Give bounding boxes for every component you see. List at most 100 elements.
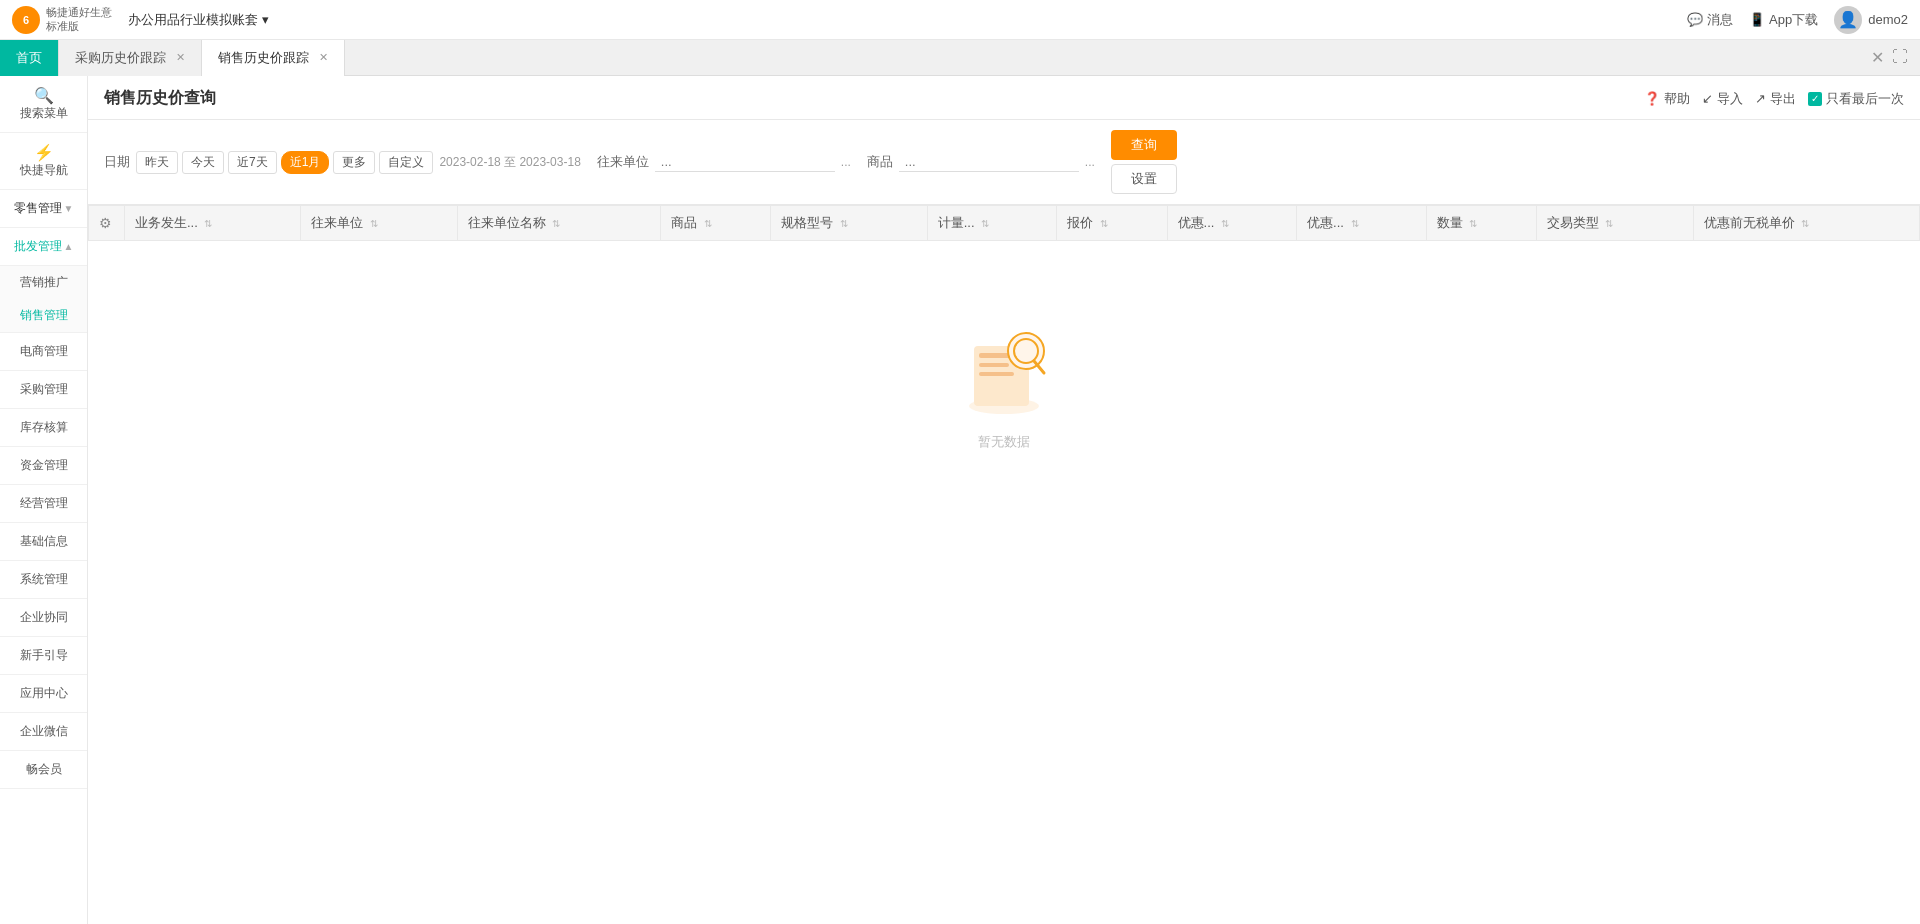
col-partner-name[interactable]: 往来单位名称 ⇅ <box>457 206 660 241</box>
table-area: ⚙ 业务发生... ⇅ 往来单位 ⇅ 往来单位名称 ⇅ <box>88 205 1920 924</box>
col-product[interactable]: 商品 ⇅ <box>660 206 770 241</box>
col-spec[interactable]: 规格型号 ⇅ <box>771 206 928 241</box>
setting-button[interactable]: 设置 <box>1111 164 1177 194</box>
sidebar-item-basic-info[interactable]: 基础信息 <box>0 523 87 561</box>
import-icon: ↙ <box>1702 91 1713 106</box>
logo-text: 畅捷通好生意 标准版 <box>46 6 112 32</box>
sidebar-item-system[interactable]: 系统管理 <box>0 561 87 599</box>
sidebar-item-finance[interactable]: 资金管理 <box>0 447 87 485</box>
partner-filter-group: 往来单位 ... <box>597 152 851 172</box>
sidebar-item-wholesale-mgmt[interactable]: 批发管理 ▲ <box>0 228 87 266</box>
search-icon: 🔍 <box>0 86 87 105</box>
chevron-down-icon: ▼ <box>64 203 74 214</box>
partner-more-icon[interactable]: ... <box>841 155 851 169</box>
empty-state: 暂无数据 <box>88 241 1920 531</box>
sort-icon: ⇅ <box>981 218 989 229</box>
sort-icon: ⇅ <box>204 218 212 229</box>
col-business-date[interactable]: 业务发生... ⇅ <box>125 206 301 241</box>
sidebar-item-member[interactable]: 畅会员 <box>0 751 87 789</box>
col-partner-code[interactable]: 往来单位 ⇅ <box>301 206 458 241</box>
sort-icon: ⇅ <box>704 218 712 229</box>
query-button[interactable]: 查询 <box>1111 130 1177 160</box>
main-layout: 🔍 搜索菜单 ⚡ 快捷导航 零售管理 ▼ 批发管理 ▲ 营销推广 销售管理 电商… <box>0 76 1920 924</box>
export-icon: ↗ <box>1755 91 1766 106</box>
page-title: 销售历史价查询 <box>104 88 216 109</box>
message-button[interactable]: 💬 消息 <box>1687 11 1733 29</box>
user-area[interactable]: 👤 demo2 <box>1834 6 1908 34</box>
date-btn-yesterday[interactable]: 昨天 <box>136 151 178 174</box>
tab-purchase-history[interactable]: 采购历史价跟踪 ✕ <box>59 40 202 76</box>
import-button[interactable]: ↙ 导入 <box>1702 90 1743 108</box>
page-title-row: 销售历史价查询 ❓ 帮助 ↙ 导入 ↗ 导出 ✓ <box>104 88 1904 119</box>
date-btn-today[interactable]: 今天 <box>182 151 224 174</box>
col-pretax-price[interactable]: 优惠前无税单价 ⇅ <box>1693 206 1919 241</box>
date-range: 2023-02-18 至 2023-03-18 <box>439 154 580 171</box>
tab-close-sales[interactable]: ✕ <box>319 51 328 64</box>
sidebar-item-new-guide[interactable]: 新手引导 <box>0 637 87 675</box>
filter-bar: 日期 昨天 今天 近7天 近1月 更多 自定义 2023-02-18 至 202… <box>88 120 1920 205</box>
sidebar-item-sales-mgmt[interactable]: 销售管理 <box>0 299 87 332</box>
col-transaction-type[interactable]: 交易类型 ⇅ <box>1536 206 1693 241</box>
date-btn-custom[interactable]: 自定义 <box>379 151 433 174</box>
sidebar-item-operations[interactable]: 经营管理 <box>0 485 87 523</box>
sidebar-item-marketing[interactable]: 营销推广 <box>0 266 87 299</box>
header-left: 6 畅捷通好生意 标准版 办公用品行业模拟账套 ▾ <box>12 6 277 34</box>
empty-text: 暂无数据 <box>978 433 1030 451</box>
tab-sales-history[interactable]: 销售历史价跟踪 ✕ <box>202 40 345 76</box>
only-last-checkbox-label[interactable]: ✓ 只看最后一次 <box>1808 90 1904 108</box>
sidebar-item-app-center[interactable]: 应用中心 <box>0 675 87 713</box>
sidebar-item-purchase[interactable]: 采购管理 <box>0 371 87 409</box>
col-unit[interactable]: 计量... ⇅ <box>927 206 1057 241</box>
avatar: 👤 <box>1834 6 1862 34</box>
sort-icon: ⇅ <box>552 218 560 229</box>
app-selector[interactable]: 办公用品行业模拟账套 ▾ <box>120 7 277 33</box>
logo-area: 6 畅捷通好生意 标准版 <box>12 6 112 34</box>
app-download-button[interactable]: 📱 App下载 <box>1749 11 1818 29</box>
window-close-icon[interactable]: ✕ <box>1871 48 1884 67</box>
sort-icon: ⇅ <box>1605 218 1613 229</box>
product-filter-group: 商品 ... <box>867 152 1095 172</box>
table-settings-icon[interactable]: ⚙ <box>99 215 112 231</box>
sidebar-item-enterprise-wechat[interactable]: 企业微信 <box>0 713 87 751</box>
date-btn-1month[interactable]: 近1月 <box>281 151 330 174</box>
data-table: ⚙ 业务发生... ⇅ 往来单位 ⇅ 往来单位名称 ⇅ <box>88 205 1920 241</box>
filter-actions: 查询 设置 <box>1111 130 1177 194</box>
tab-close-purchase[interactable]: ✕ <box>176 51 185 64</box>
tab-home[interactable]: 首页 <box>0 40 59 76</box>
sidebar-item-enterprise-collab[interactable]: 企业协同 <box>0 599 87 637</box>
page-actions: ❓ 帮助 ↙ 导入 ↗ 导出 ✓ 只看最后一次 <box>1644 90 1904 108</box>
message-icon: 💬 <box>1687 12 1703 27</box>
product-more-icon[interactable]: ... <box>1085 155 1095 169</box>
col-discount1[interactable]: 优惠... ⇅ <box>1167 206 1297 241</box>
help-button[interactable]: ❓ 帮助 <box>1644 90 1690 108</box>
sidebar-item-inventory[interactable]: 库存核算 <box>0 409 87 447</box>
partner-input[interactable] <box>655 152 835 172</box>
export-button[interactable]: ↗ 导出 <box>1755 90 1796 108</box>
sidebar-item-search-menu[interactable]: 🔍 搜索菜单 <box>0 76 87 133</box>
sort-icon: ⇅ <box>840 218 848 229</box>
sort-icon: ⇅ <box>370 218 378 229</box>
date-buttons: 昨天 今天 近7天 近1月 更多 自定义 <box>136 151 433 174</box>
partner-label: 往来单位 <box>597 153 649 171</box>
only-last-checkbox[interactable]: ✓ <box>1808 92 1822 106</box>
top-header: 6 畅捷通好生意 标准版 办公用品行业模拟账套 ▾ 💬 消息 📱 App下载 👤… <box>0 0 1920 40</box>
sort-icon: ⇅ <box>1221 218 1229 229</box>
date-btn-more[interactable]: 更多 <box>333 151 375 174</box>
sidebar-item-retail-mgmt[interactable]: 零售管理 ▼ <box>0 190 87 228</box>
sort-icon: ⇅ <box>1351 218 1359 229</box>
col-settings: ⚙ <box>89 206 125 241</box>
date-btn-7days[interactable]: 近7天 <box>228 151 277 174</box>
col-quoted-price[interactable]: 报价 ⇅ <box>1057 206 1167 241</box>
col-discount2[interactable]: 优惠... ⇅ <box>1297 206 1427 241</box>
window-maximize-icon[interactable]: ⛶ <box>1892 48 1908 67</box>
sidebar: 🔍 搜索菜单 ⚡ 快捷导航 零售管理 ▼ 批发管理 ▲ 营销推广 销售管理 电商… <box>0 76 88 924</box>
sidebar-item-ecommerce[interactable]: 电商管理 <box>0 333 87 371</box>
empty-illustration <box>954 321 1054 421</box>
svg-rect-4 <box>979 372 1014 376</box>
product-input[interactable] <box>899 152 1079 172</box>
sort-icon: ⇅ <box>1801 218 1809 229</box>
sidebar-item-quick-nav[interactable]: ⚡ 快捷导航 <box>0 133 87 190</box>
download-icon: 📱 <box>1749 12 1765 27</box>
page-header: 销售历史价查询 ❓ 帮助 ↙ 导入 ↗ 导出 ✓ <box>88 76 1920 120</box>
col-quantity[interactable]: 数量 ⇅ <box>1426 206 1536 241</box>
